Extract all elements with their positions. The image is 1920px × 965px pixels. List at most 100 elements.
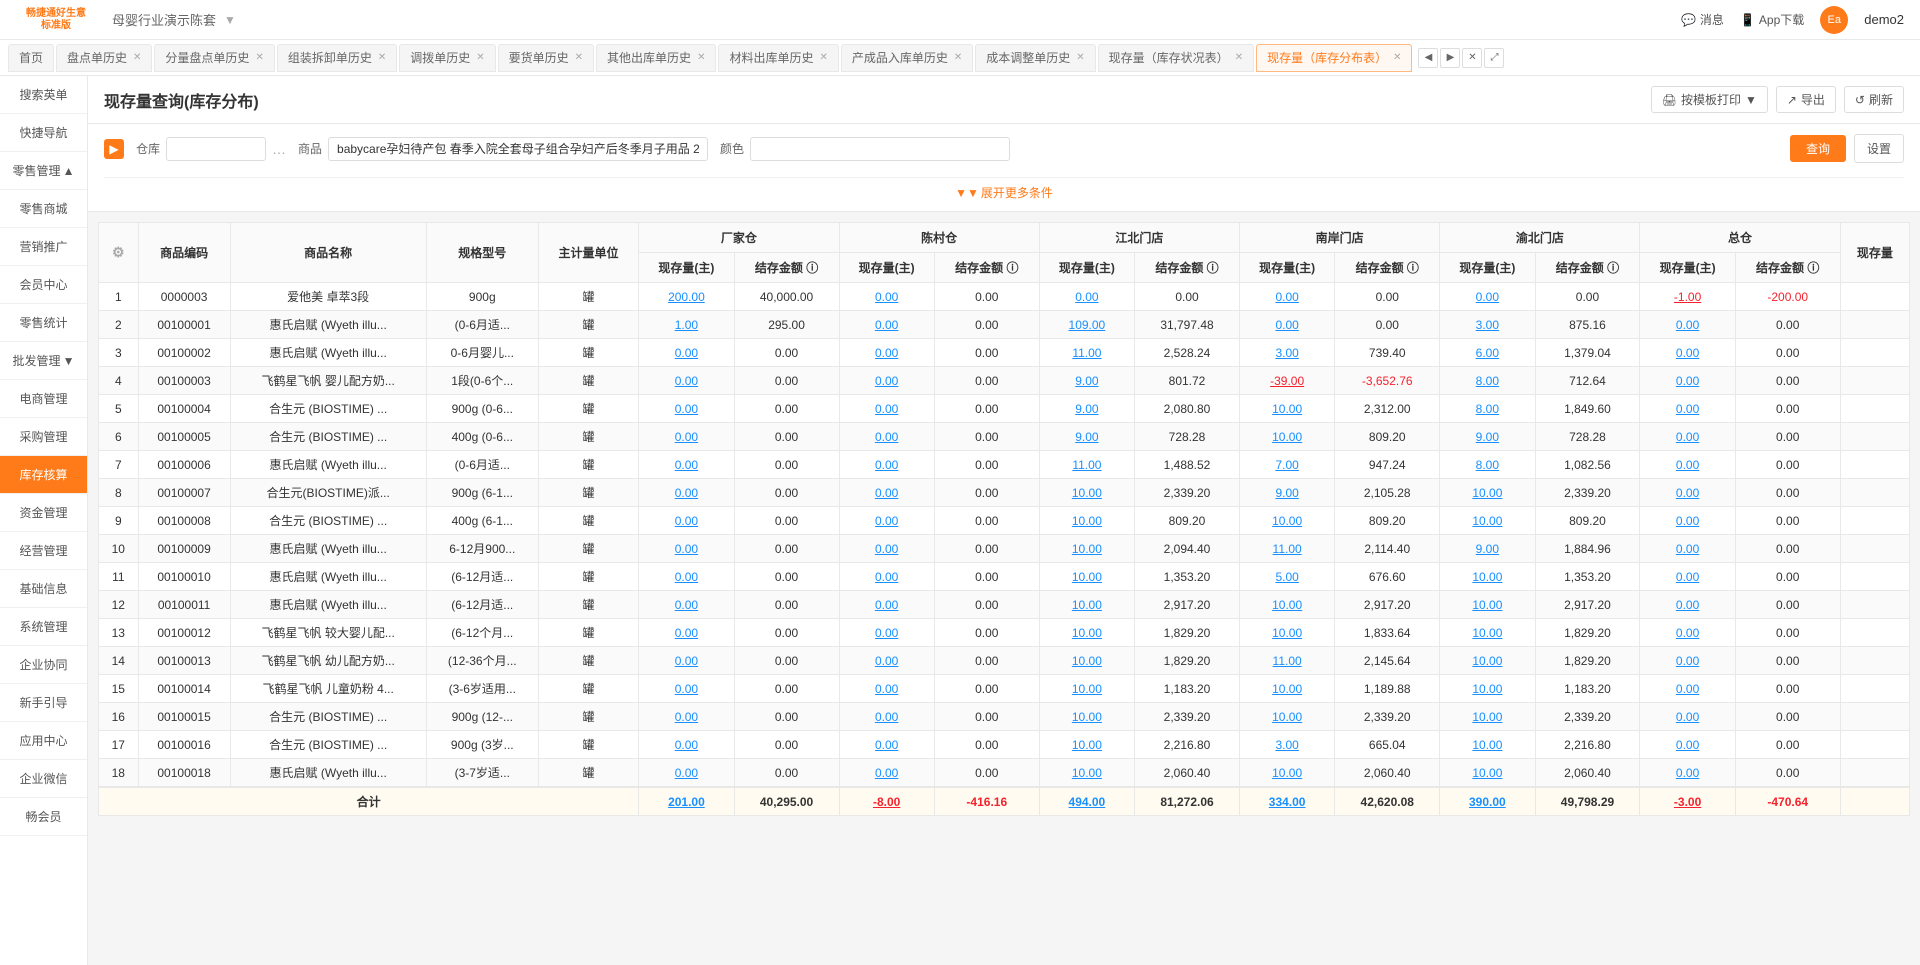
summary-na-qty[interactable]: 334.00	[1239, 787, 1334, 816]
logo-text: 畅捷通好生意	[26, 8, 86, 20]
filter-collapse-button[interactable]: ▶	[104, 139, 124, 159]
col-fac-qty: 现存量(主)	[639, 253, 734, 283]
close-tab-requisition[interactable]: ✕	[575, 52, 583, 63]
table-row: 300100002惠氏启赋 (Wyeth illu...0-6月婴儿...罐0.…	[99, 339, 1910, 367]
main-layout: 搜索英单 快捷导航 零售管理 ▲ 零售商城 营销推广 会员中心 零售统计 批发管…	[0, 76, 1920, 965]
close-tab-transfer[interactable]: ✕	[476, 52, 484, 63]
tab-cost-adjustment[interactable]: 成本调整单历史 ✕	[975, 44, 1095, 72]
sidebar-item-guide[interactable]: 新手引导	[0, 684, 87, 722]
table-row: 900100008合生元 (BIOSTIME) ...400g (6-1...罐…	[99, 507, 1910, 535]
table-row: 400100003飞鹤星飞帆 婴儿配方奶...1段(0-6个...罐0.000.…	[99, 367, 1910, 395]
sidebar-item-wechat[interactable]: 企业微信	[0, 760, 87, 798]
goods-input[interactable]	[328, 137, 708, 161]
table-row: 500100004合生元 (BIOSTIME) ...900g (0-6...罐…	[99, 395, 1910, 423]
table-row: 1100100010惠氏启赋 (Wyeth illu...(6-12月适...罐…	[99, 563, 1910, 591]
close-tab-product[interactable]: ✕	[954, 52, 962, 63]
sidebar-item-search[interactable]: 搜索英单	[0, 76, 87, 114]
nav-dropdown-icon[interactable]: ▼	[224, 13, 236, 27]
sidebar-item-member[interactable]: 会员中心	[0, 266, 87, 304]
sidebar-item-marketing[interactable]: 营销推广	[0, 228, 87, 266]
message-icon: 💬	[1681, 13, 1696, 27]
tab-assembly-history[interactable]: 组装拆卸单历史 ✕	[277, 44, 397, 72]
summary-jb-qty[interactable]: 494.00	[1039, 787, 1134, 816]
col-settings: ⚙	[99, 223, 139, 283]
tab-sub-inventory-history[interactable]: 分量盘点单历史 ✕	[154, 44, 274, 72]
sidebar-item-retail-stats[interactable]: 零售统计	[0, 304, 87, 342]
tab-stock-status[interactable]: 现存量（库存状况表） ✕	[1098, 44, 1254, 72]
sidebar-item-app-center[interactable]: 应用中心	[0, 722, 87, 760]
sidebar-item-ecommerce[interactable]: 电商管理	[0, 380, 87, 418]
fac-info-icon: ⓘ	[806, 261, 818, 275]
table-row: 1700100016合生元 (BIOSTIME) ...900g (3岁...罐…	[99, 731, 1910, 759]
tab-other-outbound[interactable]: 其他出库单历史 ✕	[596, 44, 716, 72]
query-button[interactable]: 查询	[1790, 135, 1846, 162]
sidebar-item-member-plus[interactable]: 畅会员	[0, 798, 87, 836]
refresh-button[interactable]: ↺ 刷新	[1844, 86, 1904, 113]
sidebar-item-purchase[interactable]: 采购管理	[0, 418, 87, 456]
tab-home[interactable]: 首页	[8, 44, 54, 72]
sidebar-item-inventory[interactable]: 库存核算	[0, 456, 87, 494]
tab-material-outbound[interactable]: 材料出库单历史 ✕	[718, 44, 838, 72]
message-button[interactable]: 💬 消息	[1681, 11, 1724, 28]
filter-warehouse: 仓库 …	[136, 137, 286, 161]
content-area: 现存量查询(库存分布) 🖨 按模板打印 ▼ ↗ 导出 ↺ 刷新	[88, 76, 1920, 965]
close-tab-sub[interactable]: ✕	[255, 52, 263, 63]
col-factory-header: 厂家仓	[639, 223, 839, 253]
close-tab-cost[interactable]: ✕	[1076, 52, 1084, 63]
summary-fac-amt: 40,295.00	[734, 787, 839, 816]
table-row: 600100005合生元 (BIOSTIME) ...400g (0-6...罐…	[99, 423, 1910, 451]
gear-icon[interactable]: ⚙	[112, 244, 125, 260]
sidebar-item-enterprise[interactable]: 企业协同	[0, 646, 87, 684]
close-tab-stock-status[interactable]: ✕	[1235, 52, 1243, 63]
page-actions: 🖨 按模板打印 ▼ ↗ 导出 ↺ 刷新	[1651, 86, 1904, 113]
sidebar-item-retail-mgmt[interactable]: 零售管理 ▲	[0, 152, 87, 190]
export-icon: ↗	[1787, 93, 1797, 107]
tab-stock-distribution[interactable]: 现存量（库存分布表） ✕	[1256, 44, 1412, 72]
sidebar-item-retail-mall[interactable]: 零售商城	[0, 190, 87, 228]
tab-expand-button[interactable]: ⤢	[1484, 48, 1504, 68]
col-total-amt: 结存金额 ⓘ	[1735, 253, 1840, 283]
sidebar-item-finance[interactable]: 资金管理	[0, 494, 87, 532]
goods-label: 商品	[298, 140, 322, 157]
sidebar-item-wholesale-mgmt[interactable]: 批发管理 ▼	[0, 342, 87, 380]
tab-prev-button[interactable]: ◀	[1418, 48, 1438, 68]
export-button[interactable]: ↗ 导出	[1776, 86, 1836, 113]
sidebar-item-basic-info[interactable]: 基础信息	[0, 570, 87, 608]
tab-requisition-history[interactable]: 要货单历史 ✕	[498, 44, 594, 72]
app-download-button[interactable]: 📱 App下载	[1740, 11, 1804, 28]
close-tab-other-out[interactable]: ✕	[697, 52, 705, 63]
avatar[interactable]: Ea	[1820, 6, 1848, 34]
setting-button[interactable]: 设置	[1854, 134, 1904, 163]
summary-fac-qty[interactable]: 201.00	[639, 787, 734, 816]
summary-total-qty[interactable]: -3.00	[1640, 787, 1735, 816]
warehouse-input[interactable]	[166, 137, 266, 161]
sidebar-item-operations[interactable]: 经营管理	[0, 532, 87, 570]
filter-row-1: ▶ 仓库 … 商品 颜色 查询 设置	[104, 134, 1904, 163]
warehouse-ellipsis[interactable]: …	[272, 141, 286, 157]
expand-filter-button[interactable]: ▼▼ 展开更多条件	[955, 184, 1053, 201]
summary-yb-qty[interactable]: 390.00	[1440, 787, 1535, 816]
table-row: 700100006惠氏启赋 (Wyeth illu...(0-6月适...罐0.…	[99, 451, 1910, 479]
sidebar-item-quicknav[interactable]: 快捷导航	[0, 114, 87, 152]
color-input[interactable]	[750, 137, 1010, 161]
tab-next-button[interactable]: ▶	[1440, 48, 1460, 68]
close-tab-material[interactable]: ✕	[819, 52, 827, 63]
print-button[interactable]: 🖨 按模板打印 ▼	[1651, 86, 1768, 113]
tab-product-inbound[interactable]: 产成品入库单历史 ✕	[841, 44, 973, 72]
tab-close-button[interactable]: ✕	[1462, 48, 1482, 68]
close-tab-inventory-check[interactable]: ✕	[133, 52, 141, 63]
top-bar: 畅捷通好生意 标准版 母婴行业演示陈套 ▼ 💬 消息 📱 App下载 Ea de…	[0, 0, 1920, 40]
table-row: 200100001惠氏启赋 (Wyeth illu...(0-6月适...罐1.…	[99, 311, 1910, 339]
col-nanan-header: 南岸门店	[1239, 223, 1439, 253]
summary-chen-qty[interactable]: -8.00	[839, 787, 934, 816]
tab-transfer-history[interactable]: 调拨单历史 ✕	[399, 44, 495, 72]
close-tab-assembly[interactable]: ✕	[378, 52, 386, 63]
expand-icon: ▼▼	[955, 186, 979, 200]
tab-inventory-check-history[interactable]: 盘点单历史 ✕	[56, 44, 152, 72]
table-row: 1500100014飞鹤星飞帆 儿童奶粉 4...(3-6岁适用...罐0.00…	[99, 675, 1910, 703]
phone-icon: 📱	[1740, 13, 1755, 27]
sidebar-item-system[interactable]: 系统管理	[0, 608, 87, 646]
col-fac-amt: 结存金额 ⓘ	[734, 253, 839, 283]
table-row: 1800100018惠氏启赋 (Wyeth illu...(3-7岁适...罐0…	[99, 759, 1910, 788]
close-tab-stock-dist[interactable]: ✕	[1393, 52, 1401, 63]
